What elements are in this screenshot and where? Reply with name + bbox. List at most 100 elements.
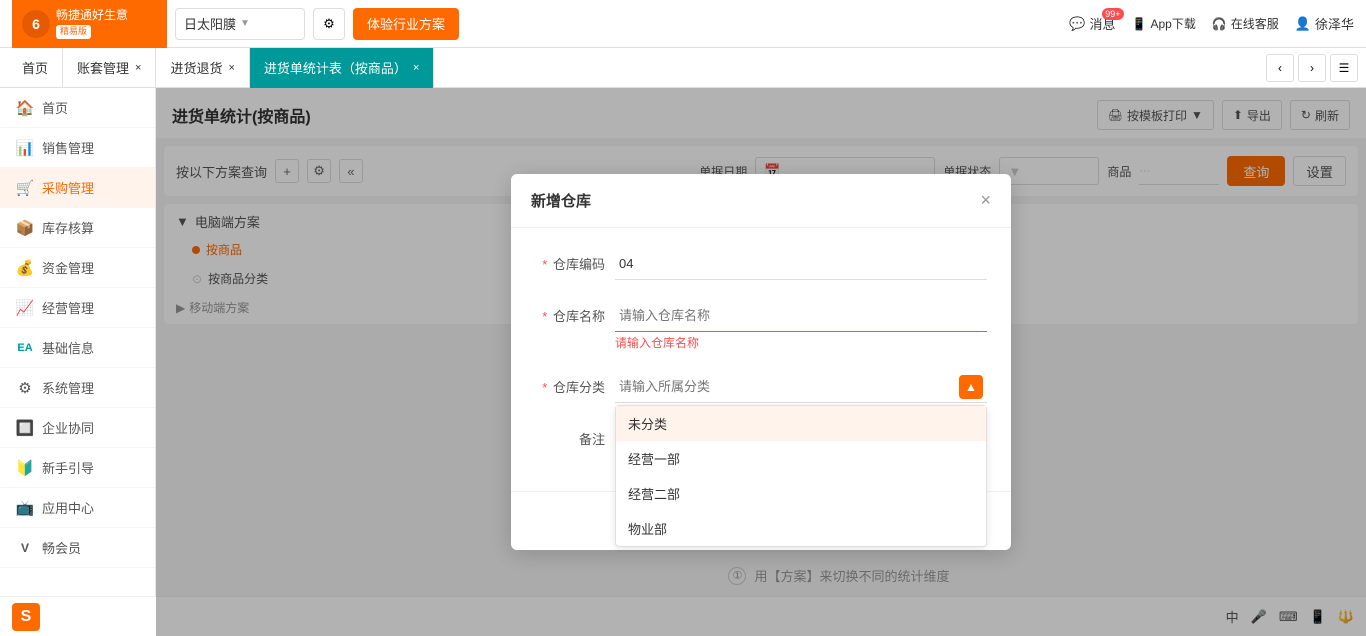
finance-icon: 💰 [16,259,34,277]
sidebar-item-member[interactable]: V 畅会员 [0,528,155,568]
category-field: ▲ 未分类 经营一部 经营二部 物业部 [615,371,987,403]
warehouse-name-row: * 仓库名称 请输入仓库名称 [535,300,987,351]
chevron-down-icon: ▼ [240,18,250,29]
tab-home[interactable]: 首页 [8,48,63,88]
home-icon: 🏠 [16,99,34,117]
sidebar-item-collab[interactable]: 🔲 企业协同 [0,408,155,448]
tab-home-label: 首页 [22,58,48,77]
store-name: 日太阳膜 [184,14,236,33]
tab-prev-button[interactable]: ‹ [1266,54,1294,82]
note-label: 备注 [535,423,615,448]
phone-icon: 📱 [1132,17,1147,31]
sidebar-item-label: 企业协同 [42,418,94,437]
tab-account[interactable]: 账套管理 × [63,48,156,88]
code-label: * 仓库编码 [535,248,615,273]
category-dropdown: 未分类 经营一部 经营二部 物业部 [615,405,987,547]
name-error-msg: 请输入仓库名称 [615,334,987,351]
inventory-icon: 📦 [16,219,34,237]
tab-menu-button[interactable]: ☰ [1330,54,1358,82]
sidebar-item-label: 销售管理 [42,138,94,157]
user-menu[interactable]: 👤 徐泽华 [1295,14,1354,33]
sidebar-item-system[interactable]: ⚙ 系统管理 [0,368,155,408]
message-icon: 💬 [1069,16,1085,32]
warehouse-category-row: * 仓库分类 ▲ 未分类 经营一部 经营二部 物业部 [535,371,987,403]
tab-account-close[interactable]: × [135,62,141,74]
dropdown-item-dept3[interactable]: 物业部 [616,511,986,546]
tab-account-label: 账套管理 [77,58,129,77]
notification-button[interactable]: 💬 消息 99+ [1069,14,1115,33]
sidebar-item-home[interactable]: 🏠 首页 [0,88,155,128]
tab-next-button[interactable]: › [1298,54,1326,82]
modal-body: * 仓库编码 * 仓库名称 [511,228,1011,491]
dropdown-item-dept1[interactable]: 经营一部 [616,441,986,476]
tab-purchase-return-label: 进货退货 [170,58,222,77]
gear-icon: ⚙ [323,16,335,32]
category-input[interactable] [615,371,987,403]
logo-area: 6 畅捷通好生意 精易版 [12,0,167,48]
code-field [615,248,987,280]
tab-bar: 首页 账套管理 × 进货退货 × 进货单统计表（按商品） × ‹ › ☰ [0,48,1366,88]
sidebar-item-label: 资金管理 [42,258,94,277]
tab-purchase-stat-label: 进货单统计表（按商品） [264,58,407,77]
sidebar-item-inventory[interactable]: 📦 库存核算 [0,208,155,248]
basic-info-icon: EA [16,339,34,357]
name-input[interactable] [615,300,987,332]
logo-icon: 6 [22,10,50,38]
main-layout: 🏠 首页 📊 销售管理 🛒 采购管理 📦 库存核算 💰 资金管理 📈 经 [0,88,1366,636]
sidebar-item-label: 新手引导 [42,458,94,477]
sidebar-item-finance[interactable]: 💰 资金管理 [0,248,155,288]
headset-icon: 🎧 [1212,17,1227,31]
sidebar-item-operations[interactable]: 📈 经营管理 [0,288,155,328]
tab-purchase-stat[interactable]: 进货单统计表（按商品） × [250,48,434,88]
sidebar-item-label: 系统管理 [42,378,94,397]
member-icon: V [16,539,34,557]
sidebar-item-basic-info[interactable]: EA 基础信息 [0,328,155,368]
username-label: 徐泽华 [1315,14,1354,33]
sidebar-item-label: 应用中心 [42,498,94,517]
tab-purchase-return-close[interactable]: × [228,62,234,74]
sidebar-item-label: 库存核算 [42,218,94,237]
trial-button[interactable]: 体验行业方案 [353,8,459,40]
content-area: 进货单统计(按商品) 🖨 按模板打印 ▼ ⬆ 导出 ↻ 刷新 按以下方案查询 [156,88,1366,636]
bottom-logo: S [12,603,40,631]
top-header: 6 畅捷通好生意 精易版 日太阳膜 ▼ ⚙ 体验行业方案 💬 消息 99+ 📱 … [0,0,1366,48]
tab-purchase-stat-close[interactable]: × [413,62,419,74]
guide-icon: 🔰 [16,459,34,477]
tab-purchase-return[interactable]: 进货退货 × [156,48,249,88]
system-icon: ⚙ [16,379,34,397]
modal-close-button[interactable]: × [980,190,991,211]
category-toggle-icon[interactable]: ▲ [959,375,983,399]
logo-text: 畅捷通好生意 精易版 [56,8,128,39]
modal-title: 新增仓库 [531,190,591,211]
app-download-button[interactable]: 📱 App下载 [1132,15,1196,32]
code-input[interactable] [615,248,987,280]
store-selector[interactable]: 日太阳膜 ▼ [175,8,305,40]
settings-gear-button[interactable]: ⚙ [313,8,345,40]
sidebar-item-label: 首页 [42,98,68,117]
apps-icon: 📺 [16,499,34,517]
modal-header: 新增仓库 × [511,174,1011,228]
sidebar-item-purchase[interactable]: 🛒 采购管理 [0,168,155,208]
operations-icon: 📈 [16,299,34,317]
category-label: * 仓库分类 [535,371,615,396]
sidebar-item-label: 基础信息 [42,338,94,357]
tab-bar-controls: ‹ › ☰ [1266,54,1358,82]
sales-icon: 📊 [16,139,34,157]
notification-badge: 99+ [1102,8,1123,20]
modal-overlay: 新增仓库 × * 仓库编码 [156,88,1366,636]
name-label: * 仓库名称 [535,300,615,325]
online-service-button[interactable]: 🎧 在线客服 [1212,15,1279,32]
sidebar-item-label: 经营管理 [42,298,94,317]
sidebar-item-label: 采购管理 [42,178,94,197]
purchase-icon: 🛒 [16,179,34,197]
name-field: 请输入仓库名称 [615,300,987,351]
sidebar: 🏠 首页 📊 销售管理 🛒 采购管理 📦 库存核算 💰 资金管理 📈 经 [0,88,156,636]
sidebar-item-guide[interactable]: 🔰 新手引导 [0,448,155,488]
dropdown-item-unclassified[interactable]: 未分类 [616,406,986,441]
header-right: 💬 消息 99+ 📱 App下载 🎧 在线客服 👤 徐泽华 [1069,14,1354,33]
dropdown-item-dept2[interactable]: 经营二部 [616,476,986,511]
warehouse-code-row: * 仓库编码 [535,248,987,280]
sidebar-item-apps[interactable]: 📺 应用中心 [0,488,155,528]
sidebar-item-sales[interactable]: 📊 销售管理 [0,128,155,168]
user-avatar: 👤 [1295,16,1311,32]
